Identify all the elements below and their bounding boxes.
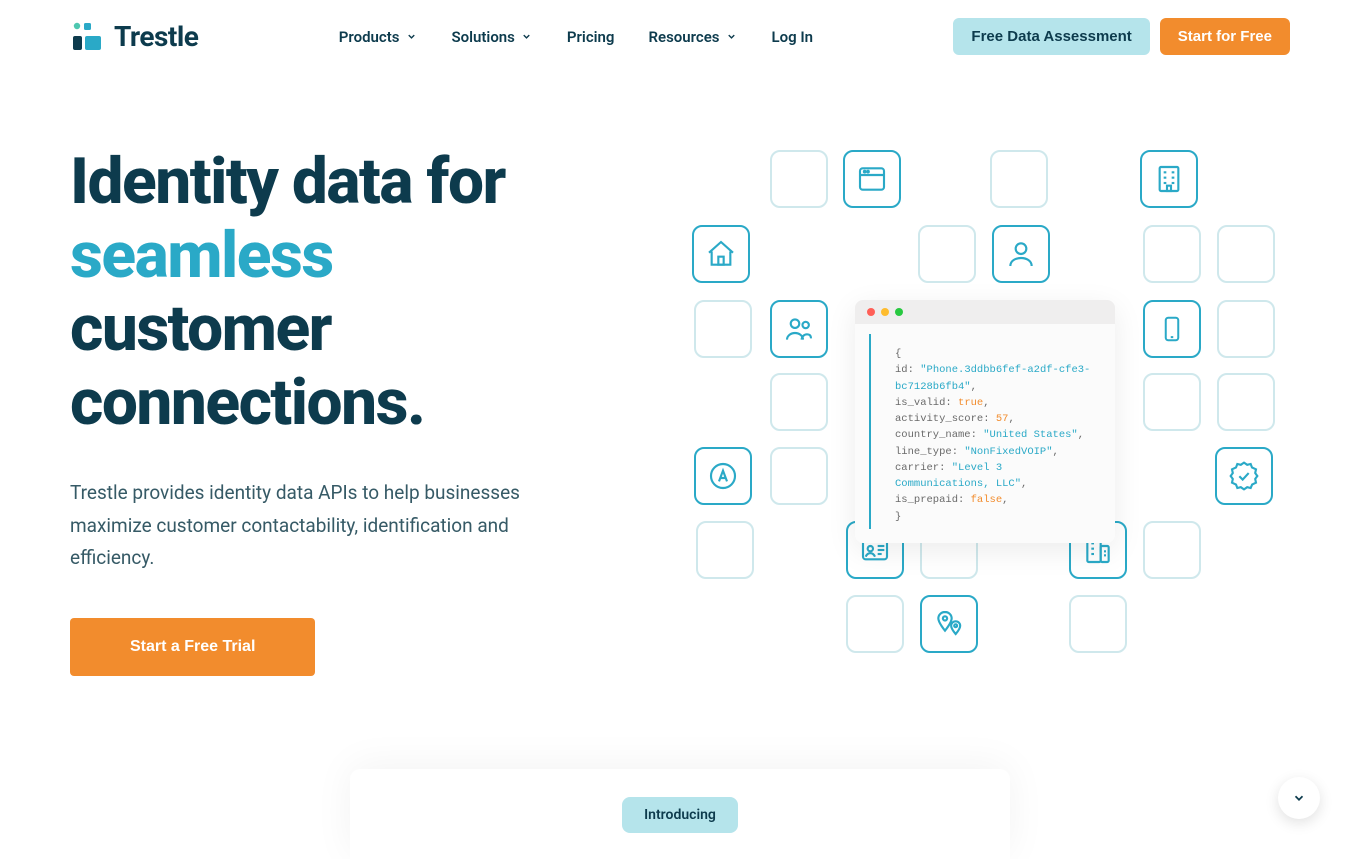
blank-tile	[694, 300, 752, 358]
blank-tile	[1217, 300, 1275, 358]
nav-label: Solutions	[451, 28, 514, 46]
start-for-free-button[interactable]: Start for Free	[1160, 18, 1290, 55]
chevron-down-icon	[405, 31, 417, 43]
scroll-down-button[interactable]	[1278, 777, 1320, 819]
nav-label: Pricing	[567, 28, 615, 46]
hero-title-pre: Identity data for	[70, 144, 505, 219]
window-titlebar	[855, 300, 1115, 324]
hero-copy: Identity data for seamless customer conn…	[70, 145, 620, 685]
smartphone-icon	[1143, 300, 1201, 358]
code-sample-body: {id: "Phone.3ddbb6fef-a2df-cfe3-bc7128b6…	[869, 334, 1115, 529]
hero-title: Identity data for seamless customer conn…	[70, 145, 620, 439]
nav-resources[interactable]: Resources	[648, 28, 737, 46]
a-badge-icon	[694, 447, 752, 505]
free-data-assessment-button[interactable]: Free Data Assessment	[953, 18, 1149, 55]
traffic-light-close-icon	[867, 308, 875, 316]
chevron-down-icon	[1292, 791, 1306, 805]
nav-label: Resources	[648, 28, 719, 46]
check-badge-icon	[1215, 447, 1273, 505]
blank-tile	[846, 595, 904, 653]
traffic-light-minimize-icon	[881, 308, 889, 316]
blank-tile	[1143, 521, 1201, 579]
browser-window-icon	[843, 150, 901, 208]
blank-tile	[696, 521, 754, 579]
hero-title-accent: seamless	[70, 218, 333, 293]
blank-tile	[1143, 373, 1201, 431]
hero-section: Identity data for seamless customer conn…	[0, 55, 1360, 685]
building-icon	[1140, 150, 1198, 208]
introducing-pill: Introducing	[622, 797, 738, 833]
blank-tile	[770, 447, 828, 505]
nav-solutions[interactable]: Solutions	[451, 28, 532, 46]
primary-nav: Products Solutions Pricing Resources Log…	[339, 28, 813, 46]
nav-label: Log In	[772, 28, 814, 46]
people-icon	[770, 300, 828, 358]
brand-mark-icon	[70, 20, 104, 54]
blank-tile	[990, 150, 1048, 208]
blank-tile	[770, 373, 828, 431]
traffic-light-zoom-icon	[895, 308, 903, 316]
blank-tile	[1143, 225, 1201, 283]
nav-products[interactable]: Products	[339, 28, 418, 46]
site-header: Trestle Products Solutions Pricing Resou…	[0, 0, 1360, 55]
chevron-down-icon	[521, 31, 533, 43]
chevron-down-icon	[726, 31, 738, 43]
brand-name: Trestle	[114, 20, 198, 53]
nav-login[interactable]: Log In	[772, 28, 814, 46]
introducing-card: Introducing	[350, 769, 1010, 859]
blank-tile	[1217, 225, 1275, 283]
blank-tile	[770, 150, 828, 208]
blank-tile	[918, 225, 976, 283]
hero-subtitle: Trestle provides identity data APIs to h…	[70, 477, 540, 574]
header-ctas: Free Data Assessment Start for Free	[953, 18, 1290, 55]
brand-logo[interactable]: Trestle	[70, 20, 198, 54]
map-pin-icon	[920, 595, 978, 653]
code-sample-card: {id: "Phone.3ddbb6fef-a2df-cfe3-bc7128b6…	[855, 300, 1115, 543]
home-icon	[692, 225, 750, 283]
hero-illustration: {id: "Phone.3ddbb6fef-a2df-cfe3-bc7128b6…	[660, 145, 1290, 685]
blank-tile	[1217, 373, 1275, 431]
person-icon	[992, 225, 1050, 283]
start-free-trial-button[interactable]: Start a Free Trial	[70, 618, 315, 676]
nav-label: Products	[339, 28, 400, 46]
blank-tile	[1069, 595, 1127, 653]
nav-pricing[interactable]: Pricing	[567, 28, 615, 46]
hero-title-post: customer connections.	[70, 291, 424, 440]
